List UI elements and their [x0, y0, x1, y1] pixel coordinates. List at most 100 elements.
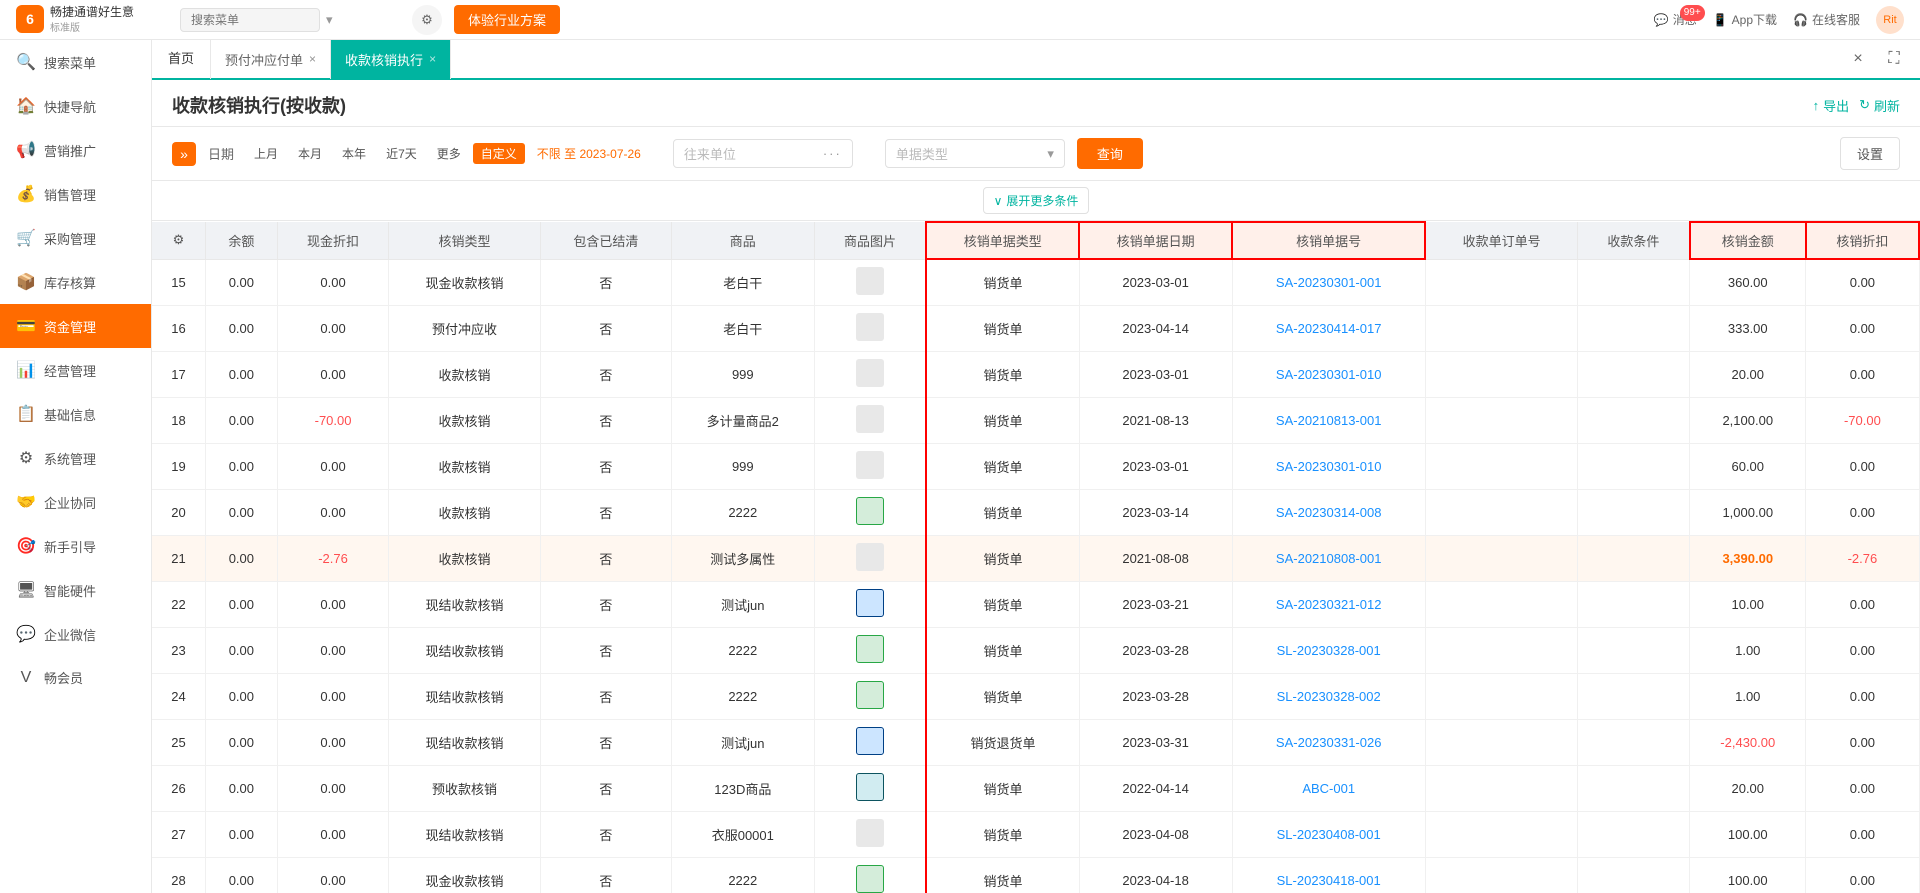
sidebar-item-basic[interactable]: 📋 基础信息	[0, 392, 151, 436]
settings-icon[interactable]: ⚙	[173, 232, 185, 247]
bill-no-link[interactable]: SL-20230328-002	[1277, 689, 1381, 704]
cell-verify-discount: 0.00	[1806, 259, 1919, 305]
cell-row-num: 21	[152, 535, 205, 581]
sidebar-item-wechat[interactable]: 💬 企业微信	[0, 612, 151, 656]
tab-collection[interactable]: 收款核销执行 ×	[331, 40, 451, 79]
date-btn-more[interactable]: 更多	[429, 143, 469, 164]
bill-no-link[interactable]: SA-20230301-001	[1276, 275, 1382, 290]
sidebar-item-sales[interactable]: 💰 销售管理	[0, 172, 151, 216]
tab-prepay[interactable]: 预付冲应付单 ×	[211, 40, 331, 79]
sidebar-item-inventory[interactable]: 📦 库存核算	[0, 260, 151, 304]
cell-verify-type: 现金收款核销	[389, 857, 540, 893]
message-icon: 💬	[1654, 13, 1669, 27]
tab-bar: 首页 预付冲应付单 × 收款核销执行 × × ⛶	[152, 40, 1920, 80]
refresh-button[interactable]: ↻ 刷新	[1859, 96, 1900, 115]
home-icon: 🏠	[16, 96, 36, 116]
cell-product-img	[814, 581, 926, 627]
cell-bill-type: 销货单	[926, 443, 1079, 489]
industry-btn[interactable]: 体验行业方案	[454, 5, 560, 34]
tab-prepay-close[interactable]: ×	[309, 52, 316, 66]
gear-button[interactable]: ⚙	[412, 5, 442, 35]
cell-bill-type: 销货单	[926, 259, 1079, 305]
sidebar-item-guide[interactable]: 🎯 新手引导	[0, 524, 151, 568]
cell-verify-discount: -70.00	[1806, 397, 1919, 443]
date-btn-custom[interactable]: 自定义	[473, 143, 525, 164]
col-settings[interactable]: ⚙	[152, 222, 205, 259]
date-btn-this-year[interactable]: 本年	[334, 143, 374, 164]
cell-row-num: 26	[152, 765, 205, 811]
cell-bill-date: 2023-04-18	[1079, 857, 1232, 893]
cell-verify-discount: 0.00	[1806, 581, 1919, 627]
app-download-button[interactable]: 📱 App下载	[1713, 11, 1777, 28]
dropdown-icon[interactable]: ▾	[326, 12, 333, 28]
date-btn-7days[interactable]: 近7天	[378, 143, 425, 164]
date-btn-this-month[interactable]: 本月	[290, 143, 330, 164]
cell-bill-type: 销货单	[926, 765, 1079, 811]
sidebar-item-quicknav[interactable]: 🏠 快捷导航	[0, 84, 151, 128]
top-search-input[interactable]	[180, 8, 320, 32]
sidebar-item-purchase[interactable]: 🛒 采购管理	[0, 216, 151, 260]
data-table-wrapper: ⚙ 余额 现金折扣 核销类型 包含已结清 商品 商品图片 核销单据类型 核销单据…	[152, 221, 1920, 893]
from-company-input[interactable]: 往来单位 ···	[673, 139, 853, 168]
date-btn-last-month[interactable]: 上月	[246, 143, 286, 164]
setting-button[interactable]: 设置	[1840, 137, 1900, 170]
bill-no-link[interactable]: SA-20230321-012	[1276, 597, 1382, 612]
cell-receipt-order-no	[1425, 535, 1577, 581]
sidebar-item-finance[interactable]: 💳 资金管理	[0, 304, 151, 348]
sidebar-item-marketing[interactable]: 📢 营销推广	[0, 128, 151, 172]
bill-type-select[interactable]: 单据类型 ▾	[885, 139, 1065, 168]
bill-no-link[interactable]: SA-20230301-010	[1276, 367, 1382, 382]
bill-no-link[interactable]: SA-20230414-017	[1276, 321, 1382, 336]
cell-receipt-order-no	[1425, 673, 1577, 719]
cell-include-settled: 否	[540, 351, 671, 397]
notification-count: 99+	[1680, 5, 1705, 21]
enterprise-icon: 🤝	[16, 492, 36, 512]
user-menu[interactable]: Rit	[1876, 6, 1904, 34]
cell-verify-discount: 0.00	[1806, 627, 1919, 673]
bill-no-link[interactable]: ABC-001	[1302, 781, 1355, 796]
cell-bill-date: 2023-04-14	[1079, 305, 1232, 351]
sidebar-item-operation[interactable]: 📊 经营管理	[0, 348, 151, 392]
expand-more-button[interactable]: ∨ 展开更多条件	[983, 187, 1090, 214]
cell-product-img	[814, 305, 926, 351]
filter-toggle-button[interactable]: »	[172, 142, 196, 166]
tab-collection-close[interactable]: ×	[429, 52, 436, 66]
cell-cash-discount: 0.00	[277, 811, 389, 857]
sidebar-item-hardware[interactable]: 🖥 智能硬件	[0, 568, 151, 612]
cell-bill-no: SA-20230301-001	[1232, 259, 1425, 305]
notification-button[interactable]: 💬 消息 99+	[1654, 11, 1697, 28]
col-bill-type: 核销单据类型	[926, 222, 1079, 259]
bill-no-link[interactable]: SA-20230301-010	[1276, 459, 1382, 474]
hardware-icon: 🖥	[16, 580, 36, 600]
cell-verify-amount: 60.00	[1690, 443, 1806, 489]
cell-balance: 0.00	[205, 857, 277, 893]
bill-no-link[interactable]: SL-20230418-001	[1277, 873, 1381, 888]
bill-no-link[interactable]: SA-20210808-001	[1276, 551, 1382, 566]
sidebar-item-member[interactable]: V 畅会员	[0, 656, 151, 699]
bill-no-link[interactable]: SA-20230331-026	[1276, 735, 1382, 750]
table-header-row: ⚙ 余额 现金折扣 核销类型 包含已结清 商品 商品图片 核销单据类型 核销单据…	[152, 222, 1919, 259]
tab-home[interactable]: 首页	[152, 40, 211, 79]
cell-balance: 0.00	[205, 259, 277, 305]
bill-no-link[interactable]: SL-20230408-001	[1277, 827, 1381, 842]
cell-bill-date: 2023-03-28	[1079, 673, 1232, 719]
cell-include-settled: 否	[540, 581, 671, 627]
sidebar-item-enterprise[interactable]: 🤝 企业协同	[0, 480, 151, 524]
wechat-icon: 💬	[16, 624, 36, 644]
bill-no-link[interactable]: SA-20230314-008	[1276, 505, 1382, 520]
sidebar-item-system[interactable]: ⚙ 系统管理	[0, 436, 151, 480]
bill-no-link[interactable]: SA-20210813-001	[1276, 413, 1382, 428]
fullscreen-icon[interactable]: ⛶	[1880, 45, 1908, 73]
query-button[interactable]: 查询	[1077, 138, 1143, 169]
bill-no-link[interactable]: SL-20230328-001	[1277, 643, 1381, 658]
operation-icon: 📊	[16, 360, 36, 380]
cell-product-img	[814, 397, 926, 443]
online-service-button[interactable]: 🎧 在线客服	[1793, 11, 1860, 28]
close-window-icon[interactable]: ×	[1844, 45, 1872, 73]
sidebar-item-search[interactable]: 🔍 搜索菜单	[0, 40, 151, 84]
export-button[interactable]: ↑ 导出	[1813, 96, 1850, 115]
top-bar: 6 畅捷通谱好生意 标准版 ▾ ⚙ 体验行业方案 💬 消息 99+ 📱 App下…	[0, 0, 1920, 40]
table-row: 20 0.00 0.00 收款核销 否 2222 销货单 2023-03-14 …	[152, 489, 1919, 535]
cell-cash-discount: 0.00	[277, 443, 389, 489]
cell-bill-date: 2023-03-14	[1079, 489, 1232, 535]
